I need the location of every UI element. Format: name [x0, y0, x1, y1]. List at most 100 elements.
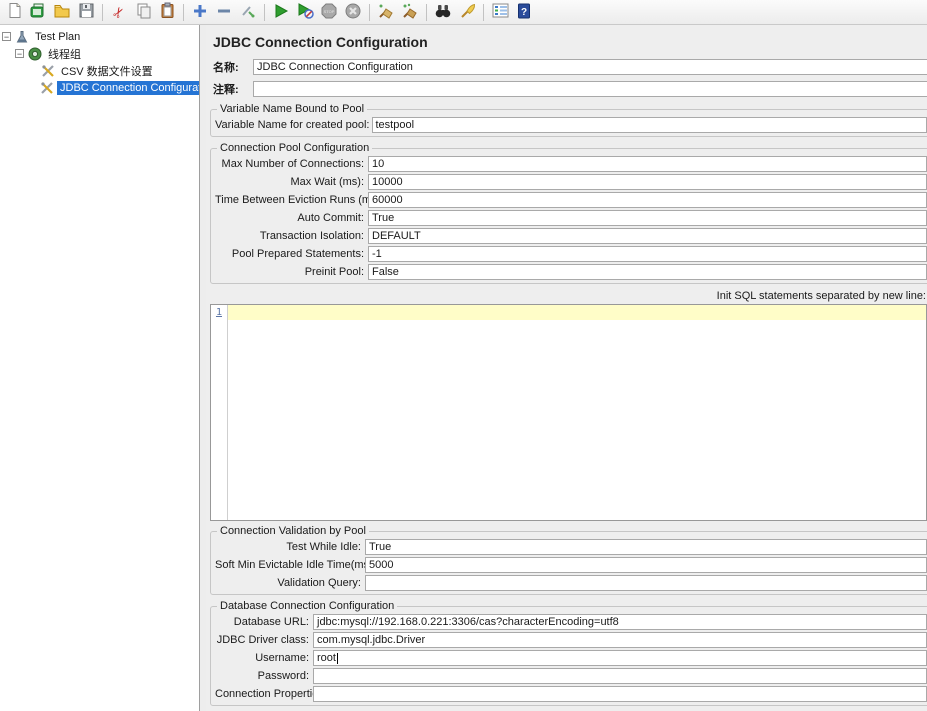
duster-icon — [458, 2, 476, 23]
page-title: JDBC Connection Configuration — [213, 34, 428, 50]
toolbar-separator — [483, 3, 484, 21]
database-url-input[interactable]: jdbc:mysql://192.168.0.221:3306/cas?char… — [313, 614, 927, 630]
binoculars-icon — [434, 2, 452, 23]
shutdown-button[interactable] — [342, 1, 364, 23]
function-helper-icon — [492, 2, 509, 22]
preinit-pool-label: Preinit Pool: — [304, 266, 364, 278]
jdbc-driver-class-row: JDBC Driver class: com.mysql.jdbc.Driver — [215, 632, 927, 648]
soft-min-evictable-label: Soft Min Evictable Idle Time(ms): — [215, 559, 376, 571]
auto-commit-row: Auto Commit: True — [215, 210, 927, 226]
text-cursor — [336, 652, 338, 664]
transaction-isolation-label: Transaction Isolation: — [259, 230, 364, 242]
auto-commit-input[interactable]: True — [368, 210, 927, 226]
pool-name-input[interactable]: testpool — [371, 117, 927, 133]
collapse-all-button[interactable] — [213, 1, 235, 23]
broom-icon — [377, 2, 395, 23]
init-sql-text-area[interactable] — [228, 305, 926, 520]
pool-prepared-statements-label: Pool Prepared Statements: — [231, 248, 364, 260]
max-wait-input[interactable]: 10000 — [368, 174, 927, 190]
shutdown-x-icon — [345, 3, 361, 22]
name-input[interactable]: JDBC Connection Configuration — [253, 59, 927, 75]
connection-pool-section: Connection Pool Configuration Max Number… — [210, 142, 927, 284]
save-button[interactable] — [75, 1, 97, 23]
tree-item-csv-dataset[interactable]: CSV 数据文件设置 — [0, 62, 199, 79]
open-folder-icon — [53, 2, 71, 23]
cut-button[interactable]: ✂ — [108, 1, 130, 23]
clear-button[interactable] — [375, 1, 397, 23]
eviction-runs-input[interactable]: 60000 — [368, 192, 927, 208]
expand-all-button[interactable] — [189, 1, 211, 23]
reset-search-button[interactable] — [456, 1, 478, 23]
help-icon: ? — [516, 3, 532, 22]
section-title: Variable Name Bound to Pool — [220, 103, 365, 115]
preinit-pool-row: Preinit Pool: False — [215, 264, 927, 280]
toggle-button[interactable] — [237, 1, 259, 23]
init-sql-label: Init SQL statements separated by new lin… — [716, 290, 926, 302]
soft-min-evictable-input[interactable]: 5000 — [365, 557, 927, 573]
init-sql-editor[interactable]: 1 — [210, 304, 927, 521]
test-while-idle-input[interactable]: True — [365, 539, 927, 555]
pool-name-row: Variable Name for created pool: testpool — [215, 117, 927, 133]
database-connection-section: Database Connection Configuration Databa… — [210, 600, 927, 706]
cut-scissors-icon: ✂ — [108, 2, 129, 21]
section-title: Database Connection Configuration — [220, 600, 395, 612]
tree-item-jdbc-connection-configuration[interactable]: JDBC Connection Configuration — [0, 79, 199, 96]
stop-octagon-icon: STOP — [321, 3, 337, 22]
preinit-pool-input[interactable]: False — [368, 264, 927, 280]
config-wrench-icon — [40, 64, 55, 78]
name-label: 名称: — [213, 62, 239, 74]
section-title: Connection Validation by Pool — [220, 525, 366, 537]
paste-button[interactable] — [156, 1, 178, 23]
copy-button[interactable] — [132, 1, 154, 23]
max-wait-row: Max Wait (ms): 10000 — [215, 174, 927, 190]
password-input[interactable] — [313, 668, 927, 684]
tree-item-test-plan[interactable]: − Test Plan — [0, 28, 199, 45]
username-input[interactable]: root — [313, 650, 927, 666]
templates-button[interactable] — [27, 1, 49, 23]
test-plan-tree: − Test Plan − 线程组 CSV 数据文件设置 JDBC Connec… — [0, 25, 200, 711]
auto-commit-label: Auto Commit: — [297, 212, 364, 224]
max-connections-input[interactable]: 10 — [368, 156, 927, 172]
collapse-handle[interactable]: − — [15, 49, 24, 58]
test-while-idle-label: Test While Idle: — [286, 541, 361, 553]
function-helper-button[interactable] — [489, 1, 511, 23]
help-button[interactable]: ? — [513, 1, 535, 23]
password-label: Password: — [257, 670, 309, 682]
play-icon — [273, 3, 289, 22]
open-file-button[interactable] — [51, 1, 73, 23]
toolbar-separator — [183, 3, 184, 21]
toolbar-separator — [264, 3, 265, 21]
collapse-handle[interactable]: − — [2, 32, 11, 41]
pool-prepared-statements-input[interactable]: -1 — [368, 246, 927, 262]
stop-button[interactable]: STOP — [318, 1, 340, 23]
transaction-isolation-input[interactable]: DEFAULT — [368, 228, 927, 244]
comments-input[interactable] — [253, 81, 927, 97]
name-row: 名称: JDBC Connection Configuration — [213, 59, 927, 75]
tree-item-label: 线程组 — [48, 48, 81, 61]
validation-query-input[interactable] — [365, 575, 927, 591]
new-file-button[interactable] — [3, 1, 25, 23]
database-url-row: Database URL: jdbc:mysql://192.168.0.221… — [215, 614, 927, 630]
jdbc-driver-class-input[interactable]: com.mysql.jdbc.Driver — [313, 632, 927, 648]
test-plan-icon — [14, 30, 29, 44]
search-button[interactable] — [432, 1, 454, 23]
comments-label: 注释: — [213, 84, 239, 96]
current-line-highlight — [228, 305, 926, 320]
svg-text:STOP: STOP — [324, 9, 335, 14]
database-url-label: Database URL: — [233, 616, 309, 628]
paste-icon — [159, 2, 176, 22]
transaction-isolation-row: Transaction Isolation: DEFAULT — [215, 228, 927, 244]
connection-properties-row: Connection Properties: — [215, 686, 927, 702]
pool-prepared-statements-row: Pool Prepared Statements: -1 — [215, 246, 927, 262]
toolbar-separator — [426, 3, 427, 21]
toolbar-separator — [369, 3, 370, 21]
start-no-pauses-button[interactable] — [294, 1, 316, 23]
tree-item-thread-group[interactable]: − 线程组 — [0, 45, 199, 62]
tree-item-label: JDBC Connection Configuration — [57, 80, 199, 95]
connection-properties-input[interactable] — [313, 686, 927, 702]
start-button[interactable] — [270, 1, 292, 23]
templates-icon — [29, 2, 47, 23]
eviction-runs-row: Time Between Eviction Runs (ms): 60000 — [215, 192, 927, 208]
clear-all-button[interactable] — [399, 1, 421, 23]
comments-row: 注释: — [213, 81, 927, 97]
